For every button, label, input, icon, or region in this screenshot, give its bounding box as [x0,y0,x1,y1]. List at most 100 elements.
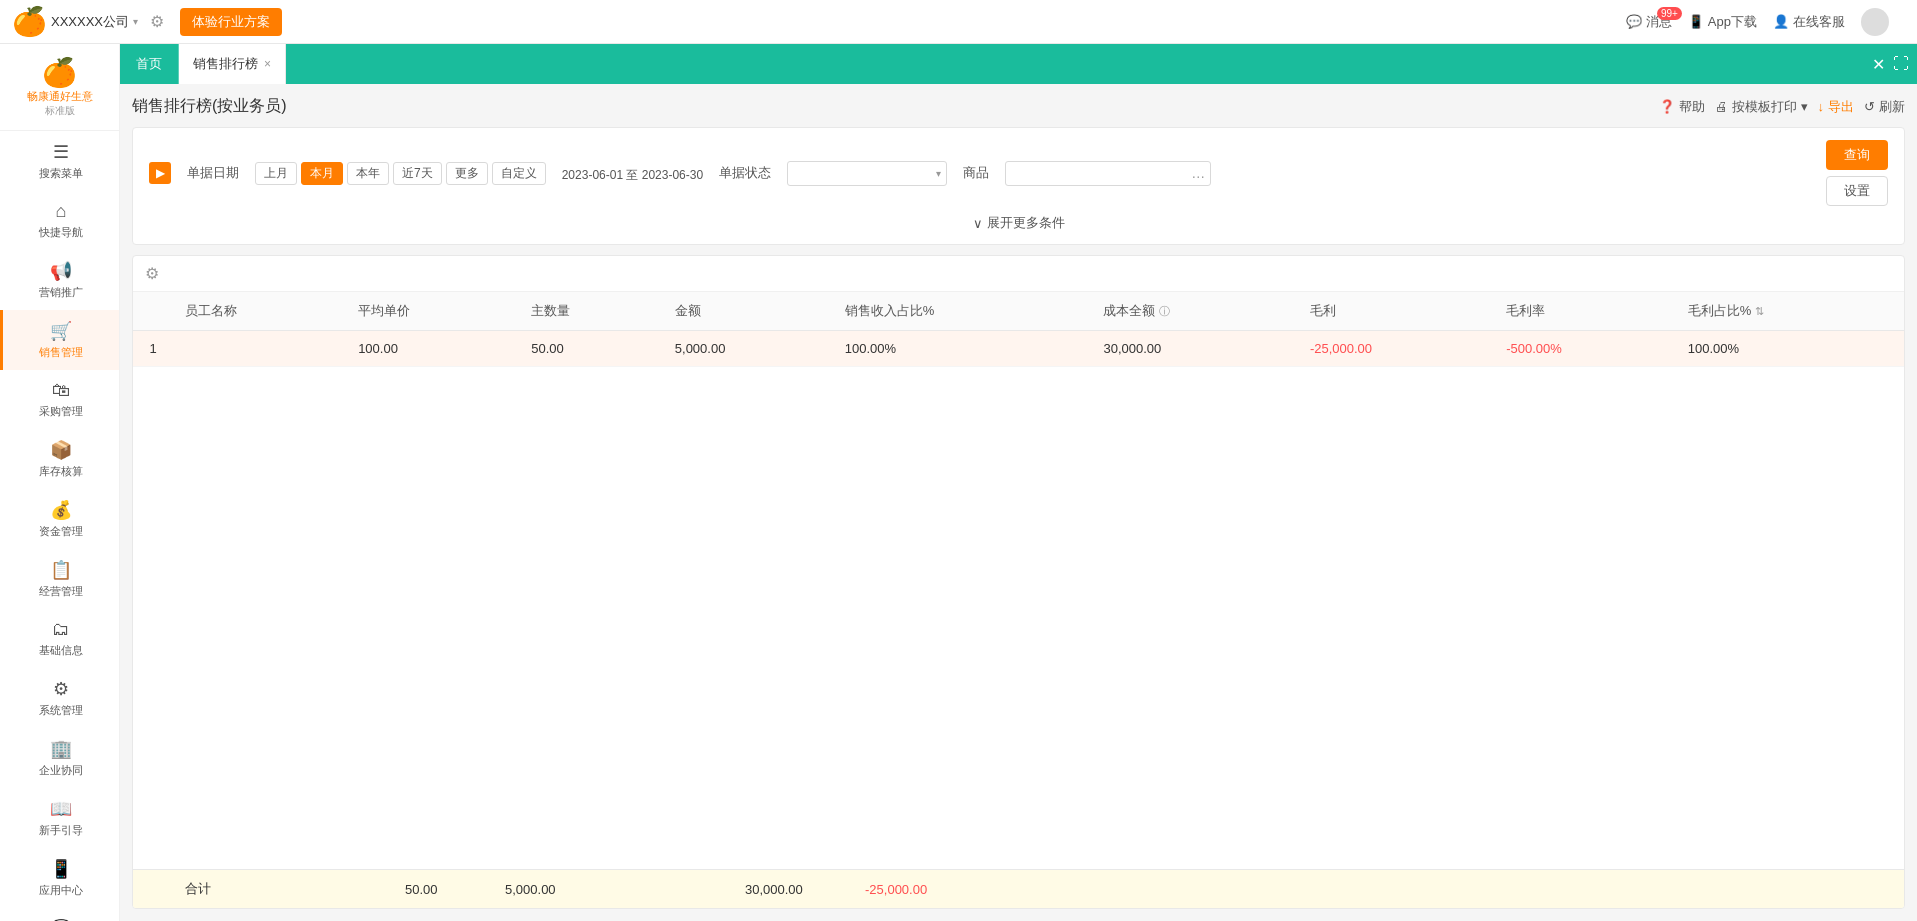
sidebar-item-finance-label: 资金管理 [39,524,83,539]
sidebar-item-marketing[interactable]: 📢 营销推广 [0,250,119,310]
guide-icon: 📖 [50,798,72,820]
trial-button[interactable]: 体验行业方案 [180,8,282,36]
date-prev-month[interactable]: 上月 [255,162,297,185]
purchase-icon: 🛍 [52,380,70,401]
footer-qty: 50.00 [405,882,505,897]
help-label: 帮助 [1679,98,1705,116]
sidebar-logo-text: 畅康通好生意 [27,89,93,104]
cell-gross-pct: 100.00% [1676,331,1904,367]
sidebar-item-enterprise-label: 企业协同 [39,763,83,778]
query-settings-group: 查询 设置 [1826,140,1888,206]
sidebar-item-system[interactable]: ⚙ 系统管理 [0,668,119,728]
refresh-label: 刷新 [1879,98,1905,116]
app-icon: 📱 [1688,14,1704,29]
date-more[interactable]: 更多 [446,162,488,185]
help-button[interactable]: ❓ 帮助 [1659,98,1705,116]
tab-home[interactable]: 首页 [120,44,179,84]
message-icon-wrapper[interactable]: 💬 消息 99+ [1626,13,1672,31]
sidebar-item-wechat[interactable]: 💬 企业微信 [0,908,119,921]
sidebar: 🍊 畅康通好生意 标准版 ☰ 搜索菜单 ⌂ 快捷导航 📢 营销推广 🛒 销售管理… [0,44,120,921]
col-gross-pct-label: 毛利占比% [1688,303,1752,318]
data-table: 员工名称 平均单价 主数量 金额 销售收入占比% 成本全额 ⓘ 毛利 [133,292,1904,367]
export-button[interactable]: ↓ 导出 [1818,98,1855,116]
avatar[interactable] [1861,8,1889,36]
filter-right-group: 查询 设置 [1818,140,1888,206]
tab-sales-ranking[interactable]: 销售排行榜 × [179,44,286,84]
tab-bar: 首页 销售排行榜 × ✕ ⛶ [120,44,1917,84]
table-row: 1 100.00 50.00 5,000.00 100.00% 30,000.0… [133,331,1904,367]
table-toolbar-settings-icon[interactable]: ⚙ [145,264,159,283]
top-bar-right: 💬 消息 99+ 📱 App下载 👤 在线客服 [1626,8,1905,36]
tab-home-label: 首页 [136,55,162,73]
filter-settings-button[interactable]: 设置 [1826,176,1888,206]
sidebar-item-finance[interactable]: 💰 资金管理 [0,489,119,549]
col-rank [133,292,173,331]
status-label: 单据状态 [719,164,771,182]
expand-chevron: ∨ [973,216,983,231]
tab-close-icon[interactable]: × [264,57,271,71]
operations-icon: 📋 [50,559,72,581]
date-last7days[interactable]: 近7天 [393,162,442,185]
search-order-icon: ☰ [53,141,69,163]
sidebar-item-enterprise[interactable]: 🏢 企业协同 [0,728,119,788]
sidebar-item-guide[interactable]: 📖 新手引导 [0,788,119,848]
sidebar-logo-sub: 标准版 [45,104,75,118]
logo-icon: 🍊 [12,5,47,38]
cell-cost: 30,000.00 [1091,331,1297,367]
cell-gross: -25,000.00 [1298,331,1494,367]
gross-pct-sort-icon[interactable]: ⇅ [1755,305,1764,317]
tab-close-all-icon[interactable]: ✕ [1872,55,1885,74]
col-sales-pct-label: 销售收入占比% [845,303,935,318]
date-range: 2023-06-01 至 2023-06-30 [562,167,703,184]
status-select[interactable] [787,161,947,186]
sidebar-item-quick-nav[interactable]: ⌂ 快捷导航 [0,191,119,250]
company-selector[interactable]: 🍊 XXXXXX公司 ▾ [12,5,138,38]
sidebar-item-basic-info[interactable]: 🗂 基础信息 [0,609,119,668]
settings-icon[interactable]: ⚙ [150,12,164,31]
sidebar-logo-icon: 🍊 [42,56,77,89]
refresh-button[interactable]: ↺ 刷新 [1864,98,1905,116]
expand-label: 展开更多条件 [987,214,1065,232]
date-this-month[interactable]: 本月 [301,162,343,185]
footer-cost: 30,000.00 [745,882,865,897]
print-label: 按模板打印 [1732,98,1797,116]
cell-sales-pct: 100.00% [833,331,1092,367]
col-gross-rate: 毛利率 [1494,292,1675,331]
sidebar-item-guide-label: 新手引导 [39,823,83,838]
page-content: 销售排行榜(按业务员) ❓ 帮助 🖨 按模板打印 ▾ ↓ 导出 [120,84,1917,921]
cell-amount: 5,000.00 [663,331,833,367]
enterprise-icon: 🏢 [50,738,72,760]
app-download[interactable]: 📱 App下载 [1688,13,1757,31]
tab-expand-icon[interactable]: ⛶ [1893,55,1909,73]
date-this-year[interactable]: 本年 [347,162,389,185]
print-button[interactable]: 🖨 按模板打印 ▾ [1715,98,1808,116]
online-service[interactable]: 👤 在线客服 [1773,13,1845,31]
sales-icon: 🛒 [50,320,72,342]
quick-nav-icon: ⌂ [56,201,67,222]
sidebar-item-sales-label: 销售管理 [39,345,83,360]
tab-bar-actions: ✕ ⛶ [1872,55,1917,74]
sidebar-item-sales[interactable]: 🛒 销售管理 [0,310,119,370]
cell-qty: 50.00 [519,331,663,367]
query-button[interactable]: 查询 [1826,140,1888,170]
cell-gross-rate: -500.00% [1494,331,1675,367]
goods-input-dots[interactable]: … [1191,165,1205,181]
export-icon: ↓ [1818,99,1825,114]
table-toolbar: ⚙ [133,256,1904,292]
app-center-icon: 📱 [50,858,72,880]
filter-collapse-btn[interactable]: ▶ [149,162,171,184]
filter-row: ▶ 单据日期 上月 本月 本年 近7天 更多 自定义 2023-06-01 至 … [149,140,1888,206]
expand-button[interactable]: ∨ 展开更多条件 [973,214,1065,232]
sidebar-item-search-order[interactable]: ☰ 搜索菜单 [0,131,119,191]
goods-input-wrapper: … [1005,161,1211,186]
date-custom[interactable]: 自定义 [492,162,546,185]
sidebar-item-purchase[interactable]: 🛍 采购管理 [0,370,119,429]
sidebar-item-inventory[interactable]: 📦 库存核算 [0,429,119,489]
sidebar-item-operations[interactable]: 📋 经营管理 [0,549,119,609]
col-cost-label: 成本全额 [1103,303,1155,318]
cost-info-icon[interactable]: ⓘ [1159,305,1170,317]
cell-rank: 1 [133,331,173,367]
col-gross-pct: 毛利占比% ⇅ [1676,292,1904,331]
goods-input[interactable] [1005,161,1211,186]
sidebar-item-app-center[interactable]: 📱 应用中心 [0,848,119,908]
